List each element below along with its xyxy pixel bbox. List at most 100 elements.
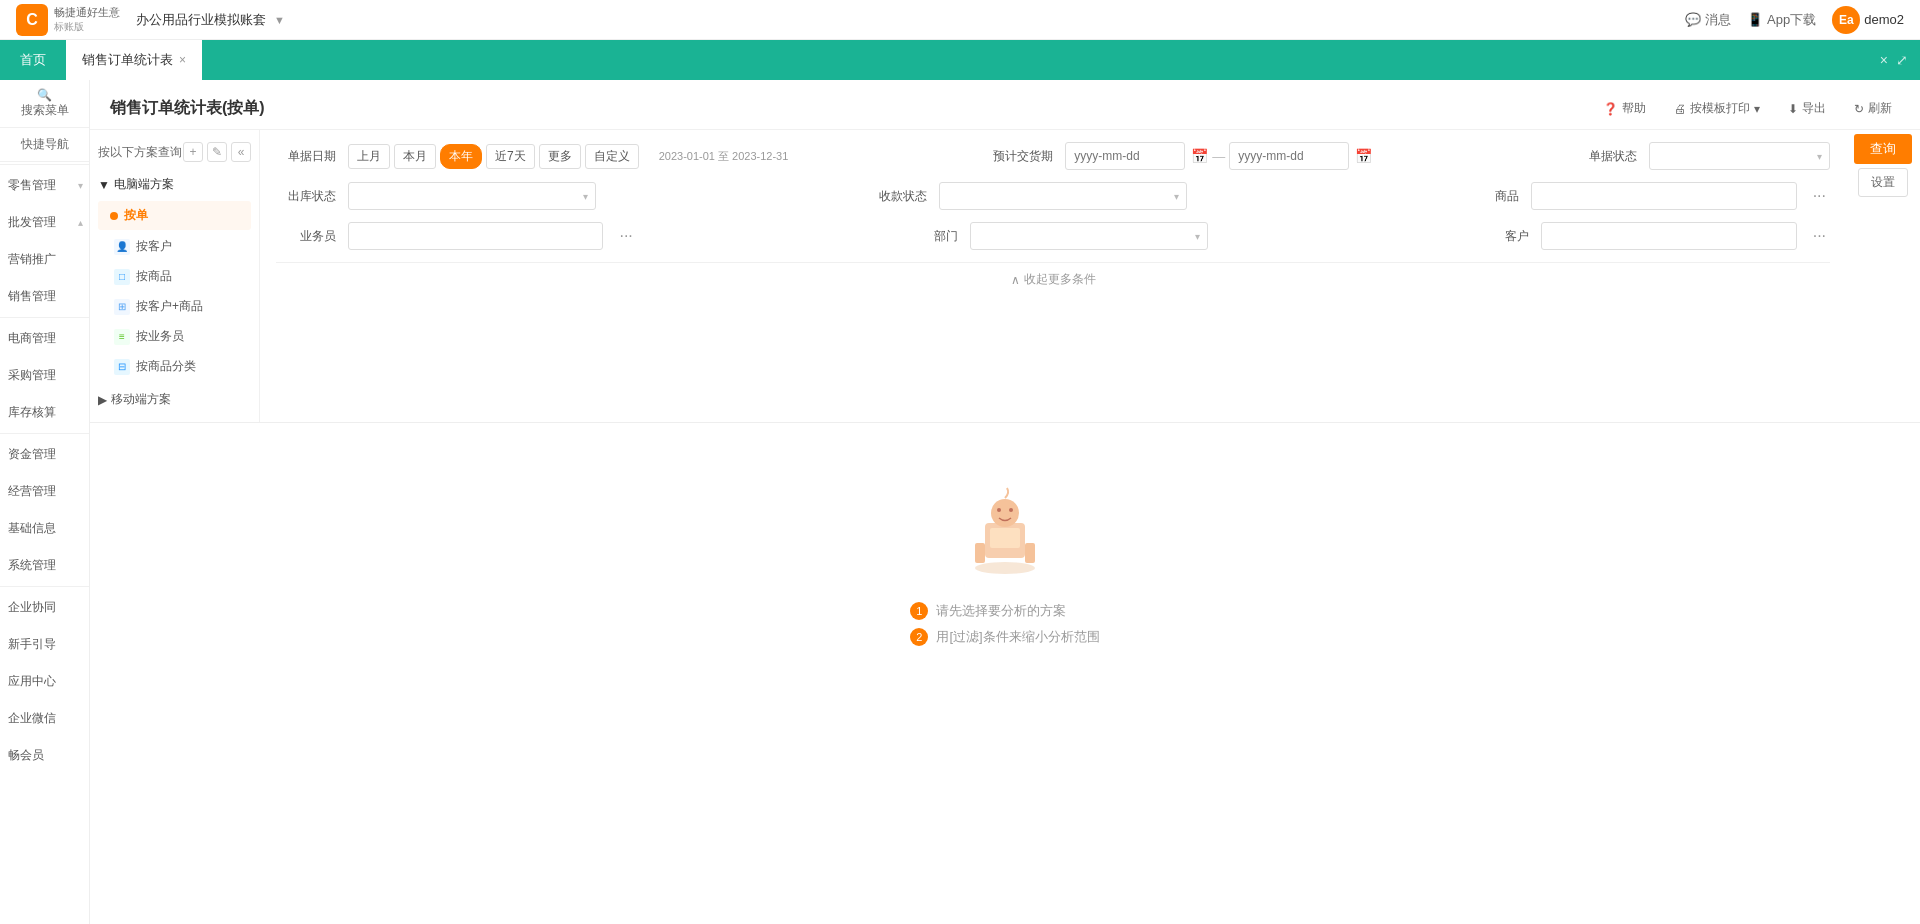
hint-num-2: 2	[910, 628, 928, 646]
query-button[interactable]: 查询	[1854, 134, 1912, 164]
calendar-end-icon[interactable]: 📅	[1355, 148, 1372, 164]
export-button[interactable]: ⬇ 导出	[1780, 96, 1834, 121]
svg-point-5	[1009, 508, 1013, 512]
sidebar-item-finance[interactable]: 资金管理	[0, 436, 89, 473]
user-area[interactable]: Ea demo2	[1832, 6, 1904, 34]
logo-text-block: 畅捷通好生意 标账版	[54, 5, 120, 33]
tab-sales-report[interactable]: 销售订单统计表 ×	[66, 40, 202, 80]
date-quick-this-year[interactable]: 本年	[440, 144, 482, 169]
sidebar-item-sales[interactable]: 销售管理	[0, 278, 89, 315]
solution-sub-by-customer-goods[interactable]: ⊞ 按客户+商品	[98, 292, 251, 321]
query-buttons-area: 查询 设置	[1846, 134, 1920, 422]
print-dropdown-icon[interactable]: ▾	[1754, 102, 1760, 116]
top-bar-right: 💬 消息 📱 App下载 Ea demo2	[1685, 6, 1904, 34]
date-quick-7days[interactable]: 近7天	[486, 144, 535, 169]
date-quick-custom[interactable]: 自定义	[585, 144, 639, 169]
date-label: 单据日期	[276, 148, 336, 165]
page-header: 销售订单统计表(按单) ❓ 帮助 🖨 按模板打印 ▾ ⬇ 导出 ↻ 刷新	[90, 80, 1920, 130]
solution-add-button[interactable]: +	[183, 142, 203, 162]
hint-text-2: 用[过滤]条件来缩小分析范围	[936, 628, 1099, 646]
solution-edit-button[interactable]: ✎	[207, 142, 227, 162]
sidebar-item-wholesale[interactable]: 批发管理 ▴	[0, 204, 89, 241]
collapse-icon: «	[238, 145, 245, 159]
settings-button[interactable]: 设置	[1858, 168, 1908, 197]
top-title: 办公用品行业模拟账套	[136, 11, 266, 29]
tab-home[interactable]: 首页	[0, 40, 66, 80]
message-button[interactable]: 💬 消息	[1685, 11, 1731, 29]
solution-sub-by-customer[interactable]: 👤 按客户	[98, 232, 251, 261]
bill-status-select[interactable]	[1649, 142, 1830, 170]
tab-close-icon[interactable]: ×	[179, 53, 186, 67]
sidebar-item-purchase[interactable]: 采购管理	[0, 357, 89, 394]
sidebar-item-marketing[interactable]: 营销推广	[0, 241, 89, 278]
sidebar-search[interactable]: 🔍 搜索菜单	[0, 80, 89, 128]
sidebar-item-operations[interactable]: 经营管理	[0, 473, 89, 510]
date-quick-more[interactable]: 更多	[539, 144, 581, 169]
solution-active-label: 按单	[124, 207, 148, 224]
customer-dots-button[interactable]: ···	[1809, 228, 1830, 244]
tab-minimize-icon[interactable]: ×	[1880, 52, 1888, 68]
page-actions: ❓ 帮助 🖨 按模板打印 ▾ ⬇ 导出 ↻ 刷新	[1595, 96, 1900, 121]
chevron-right-icon: ▾	[78, 180, 83, 191]
goods-input[interactable]	[1531, 182, 1797, 210]
calendar-start-icon[interactable]: 📅	[1191, 148, 1208, 164]
salesperson-dots-button[interactable]: ···	[615, 228, 636, 244]
customer-input[interactable]	[1541, 222, 1796, 250]
expected-date-start[interactable]	[1065, 142, 1185, 170]
sidebar: 🔍 搜索菜单 快捷导航 零售管理 ▾ 批发管理 ▴ 营销推广 销售管理 电商管理…	[0, 80, 90, 924]
message-icon: 💬	[1685, 12, 1701, 27]
empty-hint-2: 2 用[过滤]条件来缩小分析范围	[910, 628, 1099, 646]
sidebar-item-system[interactable]: 系统管理	[0, 547, 89, 584]
top-dropdown-icon[interactable]: ▼	[274, 14, 285, 26]
solution-sub-customer-label: 按客户	[136, 238, 172, 255]
expected-date-end[interactable]	[1229, 142, 1349, 170]
sidebar-item-newbie[interactable]: 新手引导	[0, 626, 89, 663]
goods-dots-button[interactable]: ···	[1809, 188, 1830, 204]
refresh-button[interactable]: ↻ 刷新	[1846, 96, 1900, 121]
collapse-button[interactable]: ∧ 收起更多条件	[1011, 271, 1096, 288]
sidebar-item-ecommerce[interactable]: 电商管理	[0, 320, 89, 357]
sidebar-item-enterprise[interactable]: 企业协同	[0, 589, 89, 626]
solution-sub-by-category[interactable]: ⊟ 按商品分类	[98, 352, 251, 381]
sidebar-item-basic[interactable]: 基础信息	[0, 510, 89, 547]
hint-text-1: 请先选择要分析的方案	[936, 602, 1066, 620]
sidebar-quick-nav[interactable]: 快捷导航	[0, 128, 89, 162]
tab-maximize-icon[interactable]: ⤢	[1896, 52, 1908, 68]
dept-select[interactable]	[970, 222, 1207, 250]
solution-pc-group-title[interactable]: ▼ 电脑端方案	[98, 170, 251, 199]
sidebar-item-wechat[interactable]: 企业微信	[0, 700, 89, 737]
solution-collapse-button[interactable]: «	[231, 142, 251, 162]
filter-row-date: 单据日期 上月 本月 本年 近7天 更多 自定义 2023-01-01 至 20…	[276, 142, 1830, 170]
tab-sales-report-label: 销售订单统计表	[82, 51, 173, 69]
payment-status-select[interactable]	[939, 182, 1187, 210]
sidebar-divider-4	[0, 586, 89, 587]
solution-sub-by-goods[interactable]: □ 按商品	[98, 262, 251, 291]
solution-active-by-order[interactable]: 按单	[98, 201, 251, 230]
ship-status-select[interactable]	[348, 182, 596, 210]
sidebar-item-apps[interactable]: 应用中心	[0, 663, 89, 700]
print-button[interactable]: 🖨 按模板打印 ▾	[1666, 96, 1768, 121]
solution-sub-by-salesperson[interactable]: ≡ 按业务员	[98, 322, 251, 351]
pc-group-label: 电脑端方案	[114, 176, 174, 193]
solution-sub-salesperson-label: 按业务员	[136, 328, 184, 345]
active-dot	[110, 212, 118, 220]
edit-icon: ✎	[212, 145, 222, 159]
mobile-triangle-icon: ▶	[98, 393, 107, 407]
date-quick-last-month[interactable]: 上月	[348, 144, 390, 169]
app-download-button[interactable]: 📱 App下载	[1747, 11, 1816, 29]
refresh-icon: ↻	[1854, 102, 1864, 116]
avatar-text: Ea	[1839, 13, 1854, 27]
solution-mobile-group[interactable]: ▶ 移动端方案	[90, 385, 259, 414]
sidebar-item-member[interactable]: 畅会员	[0, 737, 89, 774]
sidebar-item-retail-label: 零售管理	[8, 177, 56, 194]
salesperson-input[interactable]	[348, 222, 603, 250]
sidebar-item-wechat-label: 企业微信	[8, 710, 56, 727]
solution-title: 按以下方案查询	[98, 144, 182, 161]
empty-state: 1 请先选择要分析的方案 2 用[过滤]条件来缩小分析范围	[90, 423, 1920, 706]
date-quick-this-month[interactable]: 本月	[394, 144, 436, 169]
sidebar-search-label: 搜索菜单	[12, 102, 77, 119]
sidebar-item-retail[interactable]: 零售管理 ▾	[0, 167, 89, 204]
date-quick-group: 上月 本月 本年 近7天 更多 自定义	[348, 144, 639, 169]
sidebar-item-inventory[interactable]: 库存核算	[0, 394, 89, 431]
help-button[interactable]: ❓ 帮助	[1595, 96, 1654, 121]
